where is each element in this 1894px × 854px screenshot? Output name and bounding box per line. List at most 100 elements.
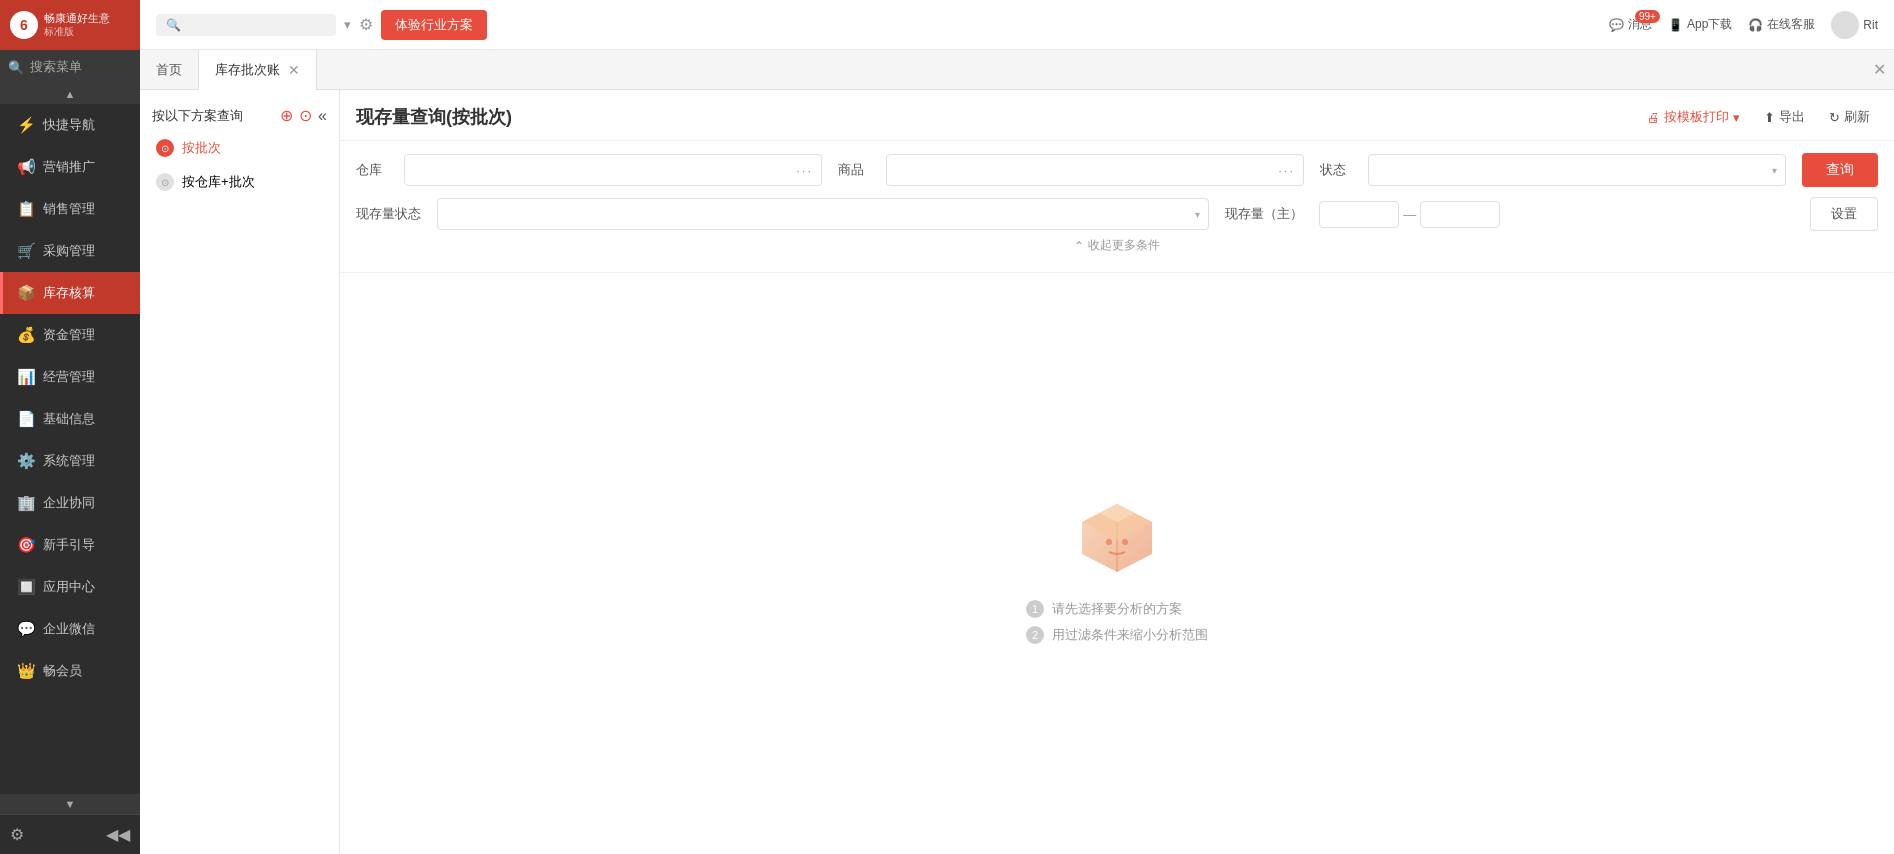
sidebar-bottom: ⚙ ◀◀ <box>0 814 140 854</box>
scroll-up-arrow[interactable]: ▲ <box>0 84 140 104</box>
sidebar-item-marketing[interactable]: 📢 营销推广 <box>0 146 140 188</box>
sidebar-item-label: 基础信息 <box>43 410 95 428</box>
messages-btn[interactable]: 💬 消息 99+ <box>1609 16 1652 33</box>
topbar-left: 🔍 ▾ ⚙ 体验行业方案 <box>156 10 1597 40</box>
stock-qty-to-input[interactable] <box>1420 201 1500 228</box>
collapse-btn[interactable]: ⌃ 收起更多条件 <box>356 231 1878 260</box>
sidebar-item-purchase[interactable]: 🛒 采购管理 <box>0 230 140 272</box>
online-service-btn[interactable]: 🎧 在线客服 <box>1748 16 1815 33</box>
print-dropdown-icon[interactable]: ▾ <box>1733 110 1740 125</box>
sidebar-item-label: 营销推广 <box>43 158 95 176</box>
quick-nav-icon: ⚡ <box>17 116 35 134</box>
add-filter-btn[interactable]: ⊕ <box>280 106 293 125</box>
product-input[interactable]: ··· <box>886 154 1304 186</box>
filter-row-1: 仓库 ··· 商品 ··· 状态 <box>356 153 1878 187</box>
refresh-label: 刷新 <box>1844 108 1870 126</box>
sidebar-item-sales[interactable]: 📋 销售管理 <box>0 188 140 230</box>
page-toolbar: 🖨 按模板打印 ▾ ⬆ 导出 ↻ 刷新 <box>1639 104 1878 130</box>
enterprise-wx-icon: 💬 <box>17 620 35 638</box>
filter-settings-btn[interactable]: ⊙ <box>299 106 312 125</box>
query-button[interactable]: 查询 <box>1802 153 1878 187</box>
sidebar-item-app-center[interactable]: 🔲 应用中心 <box>0 566 140 608</box>
main-content: 🔍 ▾ ⚙ 体验行业方案 💬 消息 99+ 📱 App下载 🎧 在线客服 Ri <box>140 0 1894 854</box>
print-btn[interactable]: 🖨 按模板打印 ▾ <box>1639 104 1748 130</box>
sidebar-search-btn[interactable]: 🔍 搜索菜单 <box>0 50 140 84</box>
sidebar-item-label: 快捷导航 <box>43 116 95 134</box>
svg-point-6 <box>1122 539 1128 545</box>
stock-qty-field: 现存量（主） — <box>1225 201 1794 228</box>
warehouse-dots: ··· <box>796 163 813 178</box>
sidebar-item-finance[interactable]: 💰 资金管理 <box>0 314 140 356</box>
member-icon: 👑 <box>17 662 35 680</box>
empty-illustration <box>1067 484 1167 584</box>
warehouse-input[interactable]: ··· <box>404 154 822 186</box>
stock-qty-range: — <box>1319 201 1794 228</box>
export-btn[interactable]: ⬆ 导出 <box>1756 104 1813 130</box>
tip-num-1: 1 <box>1026 600 1044 618</box>
stock-qty-from-input[interactable] <box>1319 201 1399 228</box>
app-download-btn[interactable]: 📱 App下载 <box>1668 16 1732 33</box>
topbar: 🔍 ▾ ⚙ 体验行业方案 💬 消息 99+ 📱 App下载 🎧 在线客服 Ri <box>140 0 1894 50</box>
print-icon: 🖨 <box>1647 110 1660 125</box>
status-select[interactable]: ▾ <box>1368 154 1786 186</box>
sidebar-item-enterprise-wx[interactable]: 💬 企业微信 <box>0 608 140 650</box>
stock-status-select[interactable]: ▾ <box>437 198 1209 230</box>
stock-status-field: 现存量状态 ▾ <box>356 198 1209 230</box>
refresh-btn[interactable]: ↻ 刷新 <box>1821 104 1878 130</box>
empty-tips: 1 请先选择要分析的方案 2 用过滤条件来缩小分析范围 <box>1026 600 1208 644</box>
collapse-icon: ⌃ <box>1074 239 1084 253</box>
page-content: 按以下方案查询 ⊕ ⊙ « ⊙ 按批次 ⊙ 按仓库+批次 现存量查询(按批次) <box>140 90 1894 854</box>
topbar-settings-icon[interactable]: ⚙ <box>359 15 373 34</box>
tab-close-btn[interactable]: ✕ <box>288 62 300 78</box>
sidebar-collapse-btn[interactable]: ◀◀ <box>106 825 130 844</box>
sidebar-settings-btn[interactable]: ⚙ <box>10 825 24 844</box>
sidebar-item-system[interactable]: ⚙️ 系统管理 <box>0 440 140 482</box>
user-profile-btn[interactable]: Rit <box>1831 11 1878 39</box>
tab-home[interactable]: 首页 <box>140 50 199 90</box>
product-dots: ··· <box>1278 163 1295 178</box>
empty-tip-1: 1 请先选择要分析的方案 <box>1026 600 1208 618</box>
settings-button[interactable]: 设置 <box>1810 197 1878 231</box>
user-name: Rit <box>1863 18 1878 32</box>
enterprise-icon: 🏢 <box>17 494 35 512</box>
main-close-btn[interactable]: ✕ <box>1873 60 1886 79</box>
sidebar-item-quick-nav[interactable]: ⚡ 快捷导航 <box>0 104 140 146</box>
filter-panel-header: 按以下方案查询 ⊕ ⊙ « <box>140 100 339 131</box>
filter-warehouse-batch-label: 按仓库+批次 <box>182 173 255 191</box>
messages-icon: 💬 <box>1609 18 1624 32</box>
sidebar-item-basic-info[interactable]: 📄 基础信息 <box>0 398 140 440</box>
filter-form: 仓库 ··· 商品 ··· 状态 <box>340 141 1894 273</box>
system-icon: ⚙️ <box>17 452 35 470</box>
sidebar-item-label: 经营管理 <box>43 368 95 386</box>
stock-qty-label: 现存量（主） <box>1225 205 1303 223</box>
sidebar-nav: ⚡ 快捷导航 📢 营销推广 📋 销售管理 🛒 采购管理 📦 库存核算 💰 资金管… <box>0 104 140 794</box>
sidebar-item-label: 库存核算 <box>43 284 95 302</box>
tab-inventory-batch[interactable]: 库存批次账 ✕ <box>199 50 317 90</box>
brand-name: 畅康通好生意 <box>44 11 110 25</box>
sales-icon: 📋 <box>17 200 35 218</box>
trial-btn[interactable]: 体验行业方案 <box>381 10 487 40</box>
sidebar-item-label: 销售管理 <box>43 200 95 218</box>
filter-by-batch[interactable]: ⊙ 按批次 <box>140 131 339 165</box>
app-center-icon: 🔲 <box>17 578 35 596</box>
topbar-dropdown-icon[interactable]: ▾ <box>344 17 351 32</box>
topbar-right: 💬 消息 99+ 📱 App下载 🎧 在线客服 Rit <box>1609 11 1878 39</box>
sidebar-item-operation[interactable]: 📊 经营管理 <box>0 356 140 398</box>
topbar-search[interactable]: 🔍 <box>156 14 336 36</box>
sidebar-item-inventory[interactable]: 📦 库存核算 <box>0 272 140 314</box>
stock-status-chevron-icon: ▾ <box>1195 209 1200 220</box>
sidebar-item-enterprise[interactable]: 🏢 企业协同 <box>0 482 140 524</box>
marketing-icon: 📢 <box>17 158 35 176</box>
status-chevron-icon: ▾ <box>1772 165 1777 176</box>
tip-num-2: 2 <box>1026 626 1044 644</box>
sidebar-item-member[interactable]: 👑 畅会员 <box>0 650 140 692</box>
sidebar-item-newbie[interactable]: 🎯 新手引导 <box>0 524 140 566</box>
empty-state: 1 请先选择要分析的方案 2 用过滤条件来缩小分析范围 <box>340 273 1894 854</box>
product-label: 商品 <box>838 161 878 179</box>
empty-tip-2: 2 用过滤条件来缩小分析范围 <box>1026 626 1208 644</box>
scroll-down-arrow[interactable]: ▼ <box>0 794 140 814</box>
collapse-label: 收起更多条件 <box>1088 237 1160 254</box>
filter-by-warehouse-batch[interactable]: ⊙ 按仓库+批次 <box>140 165 339 199</box>
filter-collapse-btn[interactable]: « <box>318 107 327 125</box>
edition-label: 标准版 <box>44 25 110 39</box>
